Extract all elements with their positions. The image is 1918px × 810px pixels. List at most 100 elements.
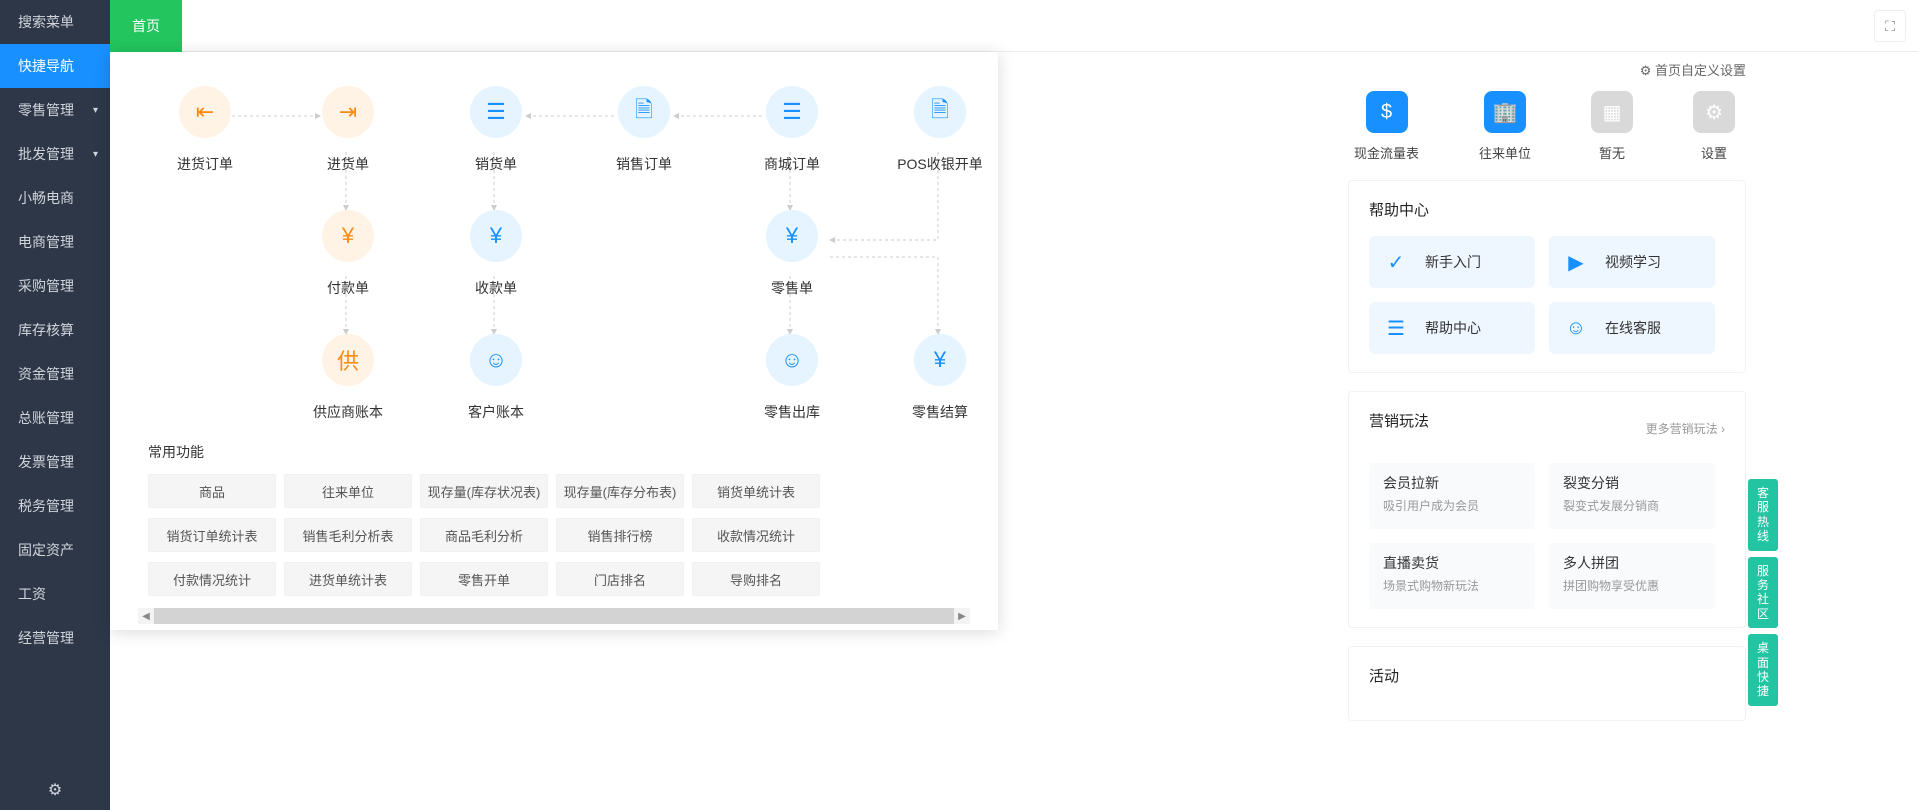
flow-node-pay_bill[interactable]: ¥付款单 xyxy=(288,210,408,298)
flow-label: 销货单 xyxy=(436,154,556,174)
shortcut-icon: ▦ xyxy=(1591,91,1633,133)
shortcut-设置[interactable]: ⚙设置 xyxy=(1693,91,1735,162)
flow-node-sales_out[interactable]: ☰销货单 xyxy=(436,86,556,174)
promo-more-link[interactable]: 更多营销玩法 › xyxy=(1646,420,1725,437)
flow-node-receive_bill[interactable]: ¥ 收款单 xyxy=(436,210,556,298)
retail_out-icon: ☺ xyxy=(766,334,818,386)
flow-node-mall_order[interactable]: ☰商城订单 xyxy=(732,86,852,174)
floating-tab[interactable]: 桌面快捷 xyxy=(1748,634,1778,706)
report-button[interactable]: 零售开单 xyxy=(420,562,548,596)
shortcut-icon: 🏢 xyxy=(1484,91,1526,133)
flow-node-sales_order[interactable]: 🗎销售订单 xyxy=(584,86,704,174)
flow-label: 收款单 xyxy=(436,278,556,298)
tab-home[interactable]: 首页 xyxy=(110,0,182,52)
settings-gear[interactable]: ⚙ xyxy=(0,770,110,810)
scroll-right-icon[interactable]: ▶ xyxy=(954,608,970,624)
sidebar-item-4[interactable]: 小畅电商 xyxy=(0,176,110,220)
flow-node-retail_out[interactable]: ☺ 零售出库 xyxy=(732,334,852,422)
sidebar-item-14[interactable]: 经营管理 xyxy=(0,616,110,660)
flow-node-retail_settle[interactable]: ¥零售结算 xyxy=(880,334,1000,422)
help-title: 帮助中心 xyxy=(1369,199,1725,220)
promo-item[interactable]: 裂变分销裂变式发展分销商 xyxy=(1549,463,1715,529)
quicknav-flyout: ⇤进货订单⇥进货单☰销货单🗎销售订单☰商城订单🗎POS收银开单¥付款单¥收款单¥… xyxy=(110,52,998,630)
help-icon: ☺ xyxy=(1563,315,1589,341)
flow-label: 进货订单 xyxy=(145,154,265,174)
shortcut-icon: $ xyxy=(1366,91,1408,133)
flow-label: POS收银开单 xyxy=(880,154,1000,174)
scroll-left-icon[interactable]: ◀ xyxy=(138,608,154,624)
sidebar-item-3[interactable]: 批发管理▾ xyxy=(0,132,110,176)
report-button[interactable]: 商品毛利分析 xyxy=(420,518,548,552)
sidebar-item-7[interactable]: 库存核算 xyxy=(0,308,110,352)
report-button[interactable]: 导购排名 xyxy=(692,562,820,596)
sidebar-item-6[interactable]: 采购管理 xyxy=(0,264,110,308)
promo-item[interactable]: 多人拼团拼团购物享受优惠 xyxy=(1549,543,1715,609)
right-column: ⚙ 首页自定义设置 $现金流量表 🏢往来单位 ▦暂无 ⚙设置 帮助中心 ✓新手入门 ▶视… xyxy=(1348,60,1746,721)
help-item[interactable]: ▶视频学习 xyxy=(1549,236,1715,288)
sidebar-item-9[interactable]: 总账管理 xyxy=(0,396,110,440)
sidebar-item-5[interactable]: 电商管理 xyxy=(0,220,110,264)
sidebar-item-8[interactable]: 资金管理 xyxy=(0,352,110,396)
promo-item[interactable]: 直播卖货场景式购物新玩法 xyxy=(1369,543,1535,609)
flow-label: 供应商账本 xyxy=(288,402,408,422)
chevron-down-icon: ▾ xyxy=(93,149,98,160)
flow-node-pos_open[interactable]: 🗎 POS收银开单 xyxy=(880,86,1000,174)
pos_open-icon: 🗎 xyxy=(914,86,966,138)
sidebar-item-12[interactable]: 固定资产 xyxy=(0,528,110,572)
promo-item[interactable]: 会员拉新吸引用户成为会员 xyxy=(1369,463,1535,529)
fullscreen-button[interactable]: ⛶ xyxy=(1874,10,1906,42)
report-button[interactable]: 收款情况统计 xyxy=(692,518,820,552)
report-button[interactable]: 销货订单统计表 xyxy=(148,518,276,552)
report-button[interactable]: 往来单位 xyxy=(284,474,412,508)
flow-node-purchase_order[interactable]: ⇤ 进货订单 xyxy=(145,86,265,174)
flow-label: 零售单 xyxy=(732,278,852,298)
flow-node-supplier_ledger[interactable]: 供供应商账本 xyxy=(288,334,408,422)
report-button[interactable]: 进货单统计表 xyxy=(284,562,412,596)
help-item[interactable]: ✓新手入门 xyxy=(1369,236,1535,288)
report-button[interactable]: 销货单统计表 xyxy=(692,474,820,508)
sidebar-item-2[interactable]: 零售管理▾ xyxy=(0,88,110,132)
retail_bill-icon: ¥ xyxy=(766,210,818,262)
flow-node-customer_ledger[interactable]: ☺客户账本 xyxy=(436,334,556,422)
flow-node-retail_bill[interactable]: ¥ 零售单 xyxy=(732,210,852,298)
shortcut-往来单位[interactable]: 🏢往来单位 xyxy=(1479,91,1531,162)
help-icon: ▶ xyxy=(1563,249,1589,275)
horizontal-scrollbar[interactable]: ◀ ▶ xyxy=(138,608,970,624)
floating-tab[interactable]: 客服热线 xyxy=(1748,479,1778,551)
flow-node-purchase_in[interactable]: ⇥进货单 xyxy=(288,86,408,174)
common-functions-title: 常用功能 xyxy=(148,442,960,462)
sidebar-item-0[interactable]: 搜索菜单 xyxy=(0,0,110,44)
common-functions: 常用功能 商品往来单位现存量(库存状况表)现存量(库存分布表)销货单统计表销货订… xyxy=(110,442,998,622)
customize-home-link[interactable]: ⚙ 首页自定义设置 xyxy=(1348,60,1746,79)
report-button[interactable]: 销售毛利分析表 xyxy=(284,518,412,552)
tab-bar: 首页 ⛶ xyxy=(110,0,1918,52)
report-button[interactable]: 现存量(库存分布表) xyxy=(556,474,684,508)
help-icon: ✓ xyxy=(1383,249,1409,275)
pay_bill-icon: ¥ xyxy=(322,210,374,262)
supplier_ledger-icon: 供 xyxy=(322,334,374,386)
flow-diagram: ⇤进货订单⇥进货单☰销货单🗎销售订单☰商城订单🗎POS收银开单¥付款单¥收款单¥… xyxy=(110,52,998,442)
report-button[interactable]: 销售排行榜 xyxy=(556,518,684,552)
flow-label: 商城订单 xyxy=(732,154,852,174)
help-icon: ☰ xyxy=(1383,315,1409,341)
receive_bill-icon: ¥ xyxy=(470,210,522,262)
sidebar-item-13[interactable]: 工资 xyxy=(0,572,110,616)
shortcut-现金流量表[interactable]: $现金流量表 xyxy=(1354,91,1419,162)
sidebar-item-10[interactable]: 发票管理 xyxy=(0,440,110,484)
purchase_order-icon: ⇤ xyxy=(179,86,231,138)
shortcut-暂无[interactable]: ▦暂无 xyxy=(1591,91,1633,162)
help-item[interactable]: ☺在线客服 xyxy=(1549,302,1715,354)
report-button[interactable]: 商品 xyxy=(148,474,276,508)
retail_settle-icon: ¥ xyxy=(914,334,966,386)
flow-label: 零售出库 xyxy=(732,402,852,422)
report-button[interactable]: 门店排名 xyxy=(556,562,684,596)
sidebar-item-11[interactable]: 税务管理 xyxy=(0,484,110,528)
sidebar: 搜索菜单快捷导航零售管理▾批发管理▾小畅电商电商管理采购管理库存核算资金管理总账… xyxy=(0,0,110,810)
report-button[interactable]: 现存量(库存状况表) xyxy=(420,474,548,508)
floating-tab[interactable]: 服务社区 xyxy=(1748,557,1778,629)
help-item[interactable]: ☰帮助中心 xyxy=(1369,302,1535,354)
sales_order-icon: 🗎 xyxy=(618,86,670,138)
report-button[interactable]: 付款情况统计 xyxy=(148,562,276,596)
sidebar-item-1[interactable]: 快捷导航 xyxy=(0,44,110,88)
promo-title: 营销玩法 xyxy=(1369,410,1429,431)
